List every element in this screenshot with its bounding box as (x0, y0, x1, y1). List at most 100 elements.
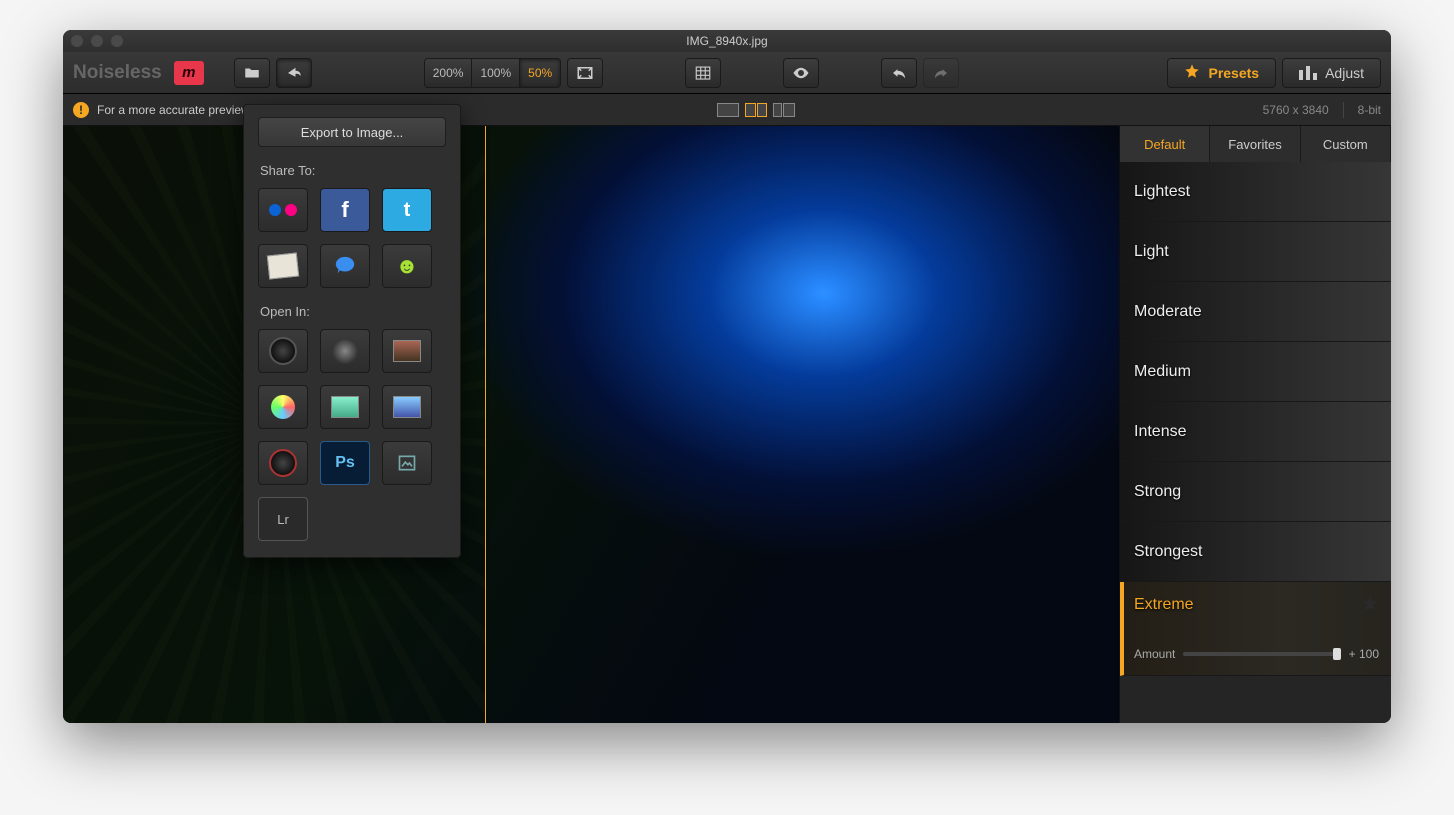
messages-icon (332, 255, 358, 277)
close-button[interactable] (71, 35, 83, 47)
picture-icon (396, 453, 418, 473)
share-mail-button[interactable] (258, 244, 308, 288)
preset-category-tabs: Default Favorites Custom (1120, 126, 1391, 162)
preset-label: Light (1134, 243, 1169, 261)
photo-icon (331, 396, 359, 418)
share-to-label: Share To: (260, 163, 446, 178)
macphun-logo-icon[interactable]: m (174, 61, 204, 85)
open-app2-button[interactable] (320, 329, 370, 373)
view-sidebyside-button[interactable] (773, 103, 795, 117)
compare-view-modes (717, 103, 795, 117)
image-canvas[interactable] (63, 126, 1119, 723)
share-facebook-button[interactable]: f (320, 188, 370, 232)
zoom-button[interactable] (111, 35, 123, 47)
adjust-tab-button[interactable]: Adjust (1282, 58, 1381, 88)
open-app5-button[interactable] (320, 385, 370, 429)
preset-label: Strongest (1134, 543, 1202, 561)
amount-value: + 100 (1349, 647, 1379, 661)
zoom-50-button[interactable]: 50% (520, 59, 560, 87)
preset-strongest[interactable]: Strongest (1120, 522, 1391, 582)
preset-label: Medium (1134, 363, 1191, 381)
export-to-image-button[interactable]: Export to Image... (258, 117, 446, 147)
preset-intense[interactable]: Intense (1120, 402, 1391, 462)
preview-button[interactable] (783, 58, 819, 88)
open-in-grid: Ps Lr (258, 329, 446, 541)
gear-icon (332, 338, 358, 364)
preset-strong[interactable]: Strong (1120, 462, 1391, 522)
redo-button[interactable] (923, 58, 959, 88)
compare-split-line[interactable] (485, 126, 486, 723)
fit-screen-button[interactable] (567, 58, 603, 88)
zoom-200-button[interactable]: 200% (425, 59, 473, 87)
preset-light[interactable]: Light (1120, 222, 1391, 282)
preset-moderate[interactable]: Moderate (1120, 282, 1391, 342)
share-flickr-button[interactable] (258, 188, 308, 232)
lightroom-icon: Lr (277, 512, 289, 527)
warning-icon: ! (73, 102, 89, 118)
preset-label: Lightest (1134, 183, 1190, 201)
amount-slider[interactable] (1183, 652, 1340, 656)
preset-label: Strong (1134, 483, 1181, 501)
zoom-level-group: 200% 100% 50% (424, 58, 561, 88)
open-camera-button[interactable] (258, 441, 308, 485)
share-export-button[interactable] (276, 58, 312, 88)
share-export-dropdown: Export to Image... Share To: f t ☻ Open … (243, 104, 461, 558)
share-smugmug-button[interactable]: ☻ (382, 244, 432, 288)
preset-amount-row: Amount + 100 (1134, 647, 1379, 661)
redo-arrow-icon (932, 64, 950, 82)
open-photoshop-button[interactable]: Ps (320, 441, 370, 485)
view-single-button[interactable] (717, 103, 739, 117)
app-icon (393, 340, 421, 362)
star-icon (1184, 63, 1200, 82)
presets-tab-button[interactable]: Presets (1167, 58, 1276, 88)
open-app9-button[interactable] (382, 441, 432, 485)
slider-knob[interactable] (1333, 648, 1341, 660)
share-messages-button[interactable] (320, 244, 370, 288)
preset-lightest[interactable]: Lightest (1120, 162, 1391, 222)
grid-icon (694, 64, 712, 82)
preset-label: Extreme (1134, 596, 1194, 614)
preset-list: Lightest Light Moderate Medium Intense Strong… (1120, 162, 1391, 723)
window-title: IMG_8940x.jpg (71, 34, 1383, 48)
iphoto-icon (271, 395, 295, 419)
open-file-button[interactable] (234, 58, 270, 88)
image-bit-depth: 8-bit (1358, 103, 1381, 117)
image-dimensions: 5760 x 3840 (1263, 103, 1329, 117)
open-aperture-button[interactable] (258, 329, 308, 373)
view-split-button[interactable] (745, 103, 767, 117)
open-app3-button[interactable] (382, 329, 432, 373)
preset-medium[interactable]: Medium (1120, 342, 1391, 402)
share-grid: f t ☻ (258, 188, 446, 288)
camera-icon (269, 449, 297, 477)
open-iphoto-button[interactable] (258, 385, 308, 429)
share-twitter-button[interactable]: t (382, 188, 432, 232)
aperture-icon (269, 337, 297, 365)
app-window: IMG_8940x.jpg Noiseless m 200% 100% 50% (63, 30, 1391, 723)
main-toolbar: Noiseless m 200% 100% 50% (63, 52, 1391, 94)
fit-screen-icon (576, 64, 594, 82)
mail-icon (267, 252, 299, 279)
preset-tab-default[interactable]: Default (1120, 126, 1210, 162)
photoshop-icon: Ps (335, 454, 355, 472)
amount-label: Amount (1134, 647, 1175, 661)
preset-extreme[interactable]: Extreme Amount + 100 (1120, 582, 1391, 676)
preset-tab-custom[interactable]: Custom (1301, 126, 1391, 162)
window-controls (71, 35, 123, 47)
presets-panel: Default Favorites Custom Lightest Light Mo… (1119, 126, 1391, 723)
open-app6-button[interactable] (382, 385, 432, 429)
title-bar[interactable]: IMG_8940x.jpg (63, 30, 1391, 52)
crop-button[interactable] (685, 58, 721, 88)
flickr-icon (269, 204, 297, 216)
open-lightroom-button[interactable]: Lr (258, 497, 308, 541)
favorite-star-icon[interactable] (1361, 594, 1379, 612)
zoom-100-button[interactable]: 100% (472, 59, 520, 87)
facebook-icon: f (341, 197, 348, 223)
undo-button[interactable] (881, 58, 917, 88)
preset-label: Intense (1134, 423, 1186, 441)
preset-tab-favorites[interactable]: Favorites (1210, 126, 1300, 162)
twitter-icon: t (404, 199, 411, 222)
share-arrow-icon (285, 64, 303, 82)
folder-icon (243, 64, 261, 82)
minimize-button[interactable] (91, 35, 103, 47)
divider (1343, 102, 1344, 118)
